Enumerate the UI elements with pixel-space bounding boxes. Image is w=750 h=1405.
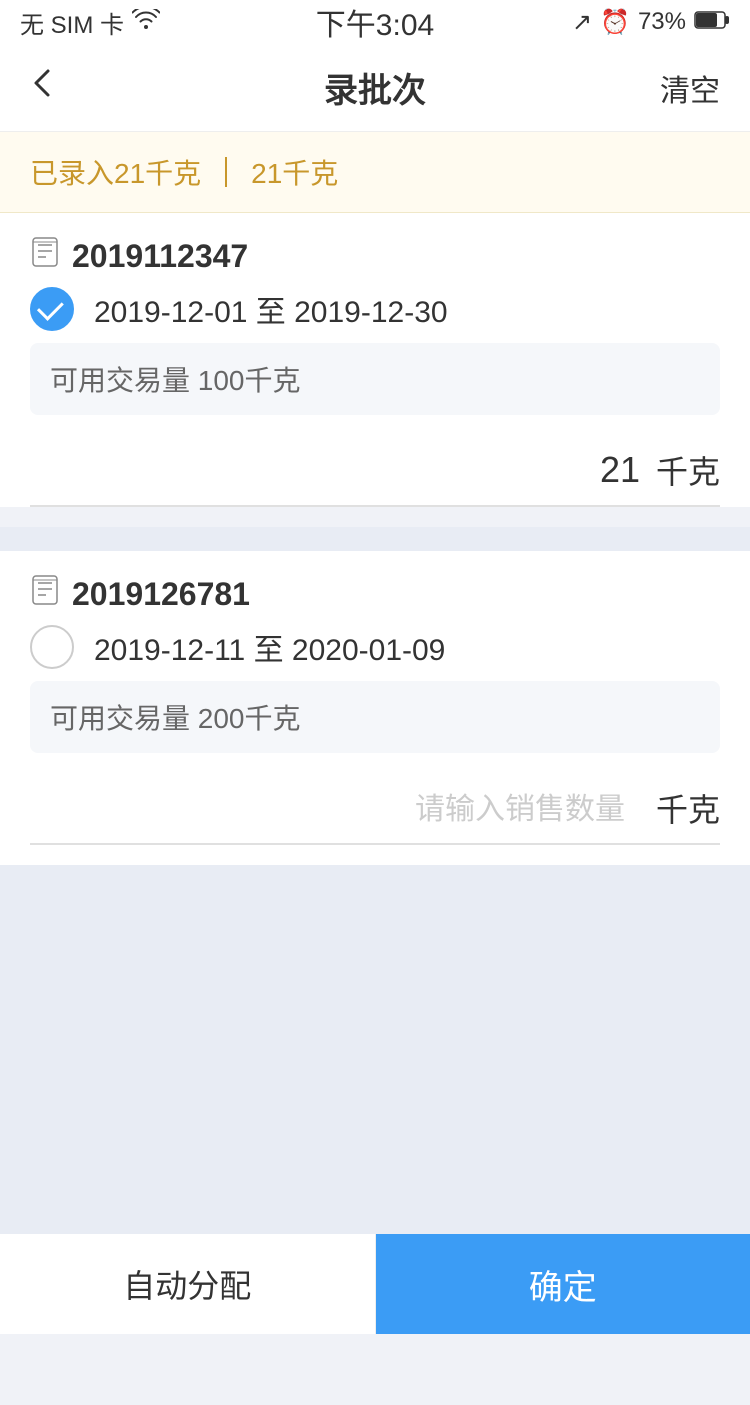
batch2-date: 2019-12-11 至 2020-01-09: [94, 625, 445, 669]
section-divider-1: [0, 527, 750, 551]
batch1-date: 2019-12-01 至 2019-12-30: [94, 287, 448, 331]
batch1-quantity: 21: [600, 449, 640, 491]
batch1-id-icon: [30, 237, 60, 275]
status-right: ↗ ⏰ 73%: [572, 8, 730, 37]
no-sim-label: 无 SIM 卡: [20, 5, 124, 40]
batch2-input-row: 千克: [0, 769, 750, 831]
status-left: 无 SIM 卡: [20, 5, 160, 40]
battery-icon: [694, 8, 730, 36]
batch1-separator: [30, 505, 720, 507]
confirm-button[interactable]: 确定: [376, 1234, 750, 1334]
batch2-id-icon: [30, 575, 60, 613]
summary-bar: 已录入21千克 21千克: [0, 132, 750, 213]
alarm-icon: ⏰: [600, 8, 630, 37]
batch2-bottom-pad: [0, 845, 750, 865]
main-content: 已录入21千克 21千克 2019112347 2019-12-01 至 201…: [0, 132, 750, 1405]
batch2-radio[interactable]: [30, 625, 74, 669]
batch-card-2: 2019126781 2019-12-11 至 2020-01-09 可用交易量…: [0, 551, 750, 865]
wifi-icon: [132, 8, 160, 36]
bottom-bar: 自动分配 确定: [0, 1234, 750, 1334]
battery-label: 73%: [638, 8, 686, 36]
auto-distribute-button[interactable]: 自动分配: [0, 1234, 376, 1334]
batch2-avail: 可用交易量 200千克: [30, 681, 720, 753]
location-icon: ↗: [572, 8, 592, 37]
batch2-id: 2019126781: [72, 576, 250, 613]
batch1-radio[interactable]: [30, 287, 74, 331]
status-time: 下午3:04: [316, 0, 434, 44]
batch2-date-row: 2019-12-11 至 2020-01-09: [0, 613, 750, 681]
batch1-unit: 千克: [656, 447, 720, 493]
batch1-avail: 可用交易量 100千克: [30, 343, 720, 415]
batch2-unit: 千克: [656, 785, 720, 831]
batch1-id: 2019112347: [72, 238, 248, 275]
batch-card-1: 2019112347 2019-12-01 至 2019-12-30 可用交易量…: [0, 213, 750, 507]
summary-divider: [225, 157, 227, 187]
batch2-quantity-input[interactable]: [30, 790, 640, 827]
batch2-header: 2019126781: [0, 551, 750, 613]
status-bar: 无 SIM 卡 下午3:04 ↗ ⏰ 73%: [0, 0, 750, 44]
page-title: 录批次: [324, 63, 426, 112]
clear-button[interactable]: 清空: [660, 66, 720, 110]
back-button[interactable]: [30, 63, 90, 112]
nav-bar: 录批次 清空: [0, 44, 750, 132]
batch1-quantity-row: 21 千克: [0, 431, 750, 493]
total-label: 21千克: [251, 152, 338, 192]
batch1-date-row: 2019-12-01 至 2019-12-30: [0, 275, 750, 343]
batch1-header: 2019112347: [0, 213, 750, 275]
recorded-label: 已录入21千克: [30, 152, 201, 192]
